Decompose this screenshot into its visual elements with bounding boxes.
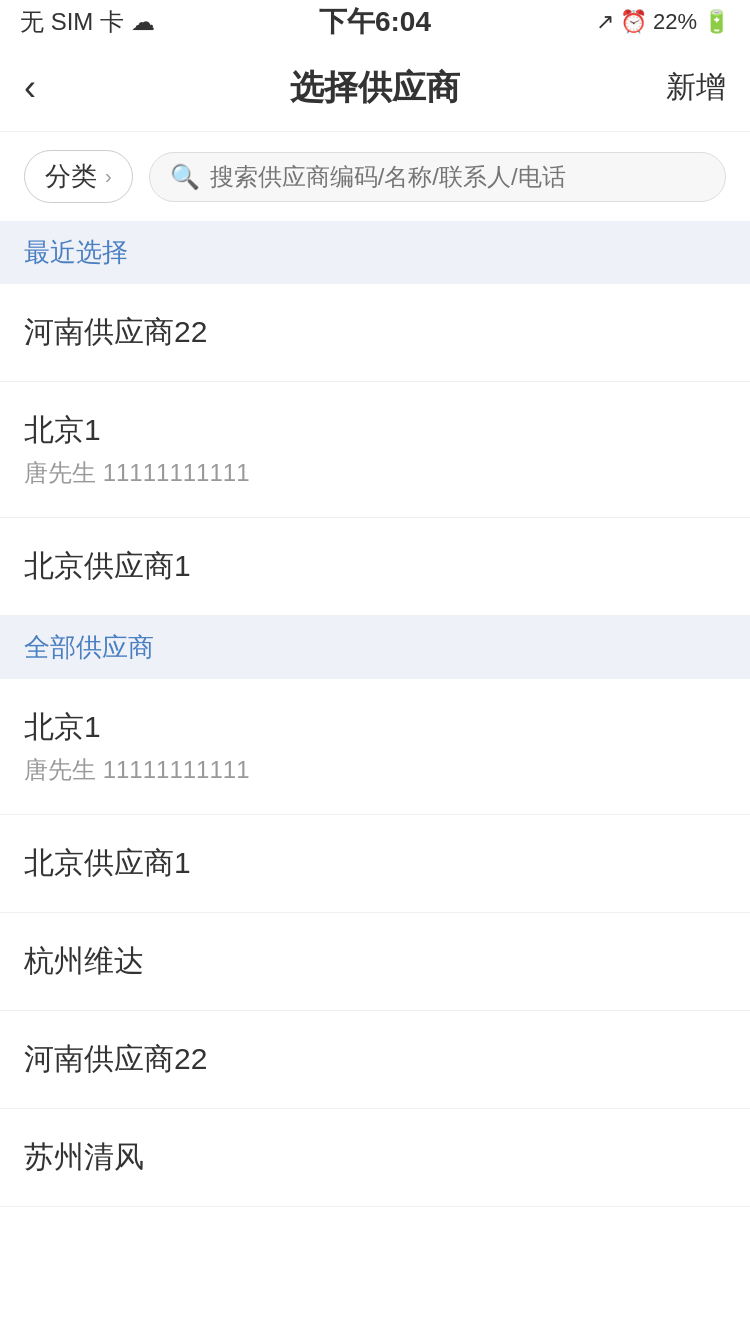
item-name: 北京1 xyxy=(24,410,726,451)
status-right: ↗ ⏰ 22% 🔋 xyxy=(596,9,730,35)
item-sub: 唐先生 11111111111 xyxy=(24,457,726,489)
item-name: 北京供应商1 xyxy=(24,843,726,884)
filter-bar: 分类 › 🔍 xyxy=(0,132,750,221)
status-left: 无 SIM 卡 ☁ xyxy=(20,6,155,38)
search-input[interactable] xyxy=(210,163,705,191)
category-chevron-icon: › xyxy=(105,165,112,188)
status-bar: 无 SIM 卡 ☁ 下午6:04 ↗ ⏰ 22% 🔋 xyxy=(0,0,750,44)
list-item[interactable]: 杭州维达 xyxy=(0,913,750,1011)
item-name: 河南供应商22 xyxy=(24,312,726,353)
battery-icon: 🔋 xyxy=(703,9,730,35)
page-title: 选择供应商 xyxy=(290,65,460,111)
search-icon: 🔍 xyxy=(170,163,200,191)
list-item[interactable]: 北京1 唐先生 11111111111 xyxy=(0,382,750,518)
no-sim-label: 无 SIM 卡 ☁ xyxy=(20,6,155,38)
item-name: 苏州清风 xyxy=(24,1137,726,1178)
list-item[interactable]: 河南供应商22 xyxy=(0,284,750,382)
status-time: 下午6:04 xyxy=(319,3,431,41)
list-item[interactable]: 北京供应商1 xyxy=(0,815,750,913)
add-button[interactable]: 新增 xyxy=(666,67,726,108)
alarm-icon: ⏰ xyxy=(620,9,647,35)
item-name: 河南供应商22 xyxy=(24,1039,726,1080)
list-item[interactable]: 北京供应商1 xyxy=(0,518,750,616)
back-button[interactable]: ‹ xyxy=(24,67,84,109)
all-section-header: 全部供应商 xyxy=(0,616,750,679)
item-name: 杭州维达 xyxy=(24,941,726,982)
search-box[interactable]: 🔍 xyxy=(149,152,726,202)
recent-items-list: 河南供应商22 北京1 唐先生 11111111111 北京供应商1 xyxy=(0,284,750,616)
list-item[interactable]: 河南供应商22 xyxy=(0,1011,750,1109)
list-item[interactable]: 北京1 唐先生 11111111111 xyxy=(0,679,750,815)
category-filter-button[interactable]: 分类 › xyxy=(24,150,133,203)
category-label: 分类 xyxy=(45,159,97,194)
location-icon: ↗ xyxy=(596,9,614,35)
list-item[interactable]: 苏州清风 xyxy=(0,1109,750,1207)
item-name: 北京1 xyxy=(24,707,726,748)
all-items-list: 北京1 唐先生 11111111111 北京供应商1 杭州维达河南供应商22 苏州清风 xyxy=(0,679,750,1207)
recent-section-header: 最近选择 xyxy=(0,221,750,284)
item-sub: 唐先生 11111111111 xyxy=(24,754,726,786)
item-name: 北京供应商1 xyxy=(24,546,726,587)
nav-bar: ‹ 选择供应商 新增 xyxy=(0,44,750,132)
battery-label: 22% xyxy=(653,9,697,35)
